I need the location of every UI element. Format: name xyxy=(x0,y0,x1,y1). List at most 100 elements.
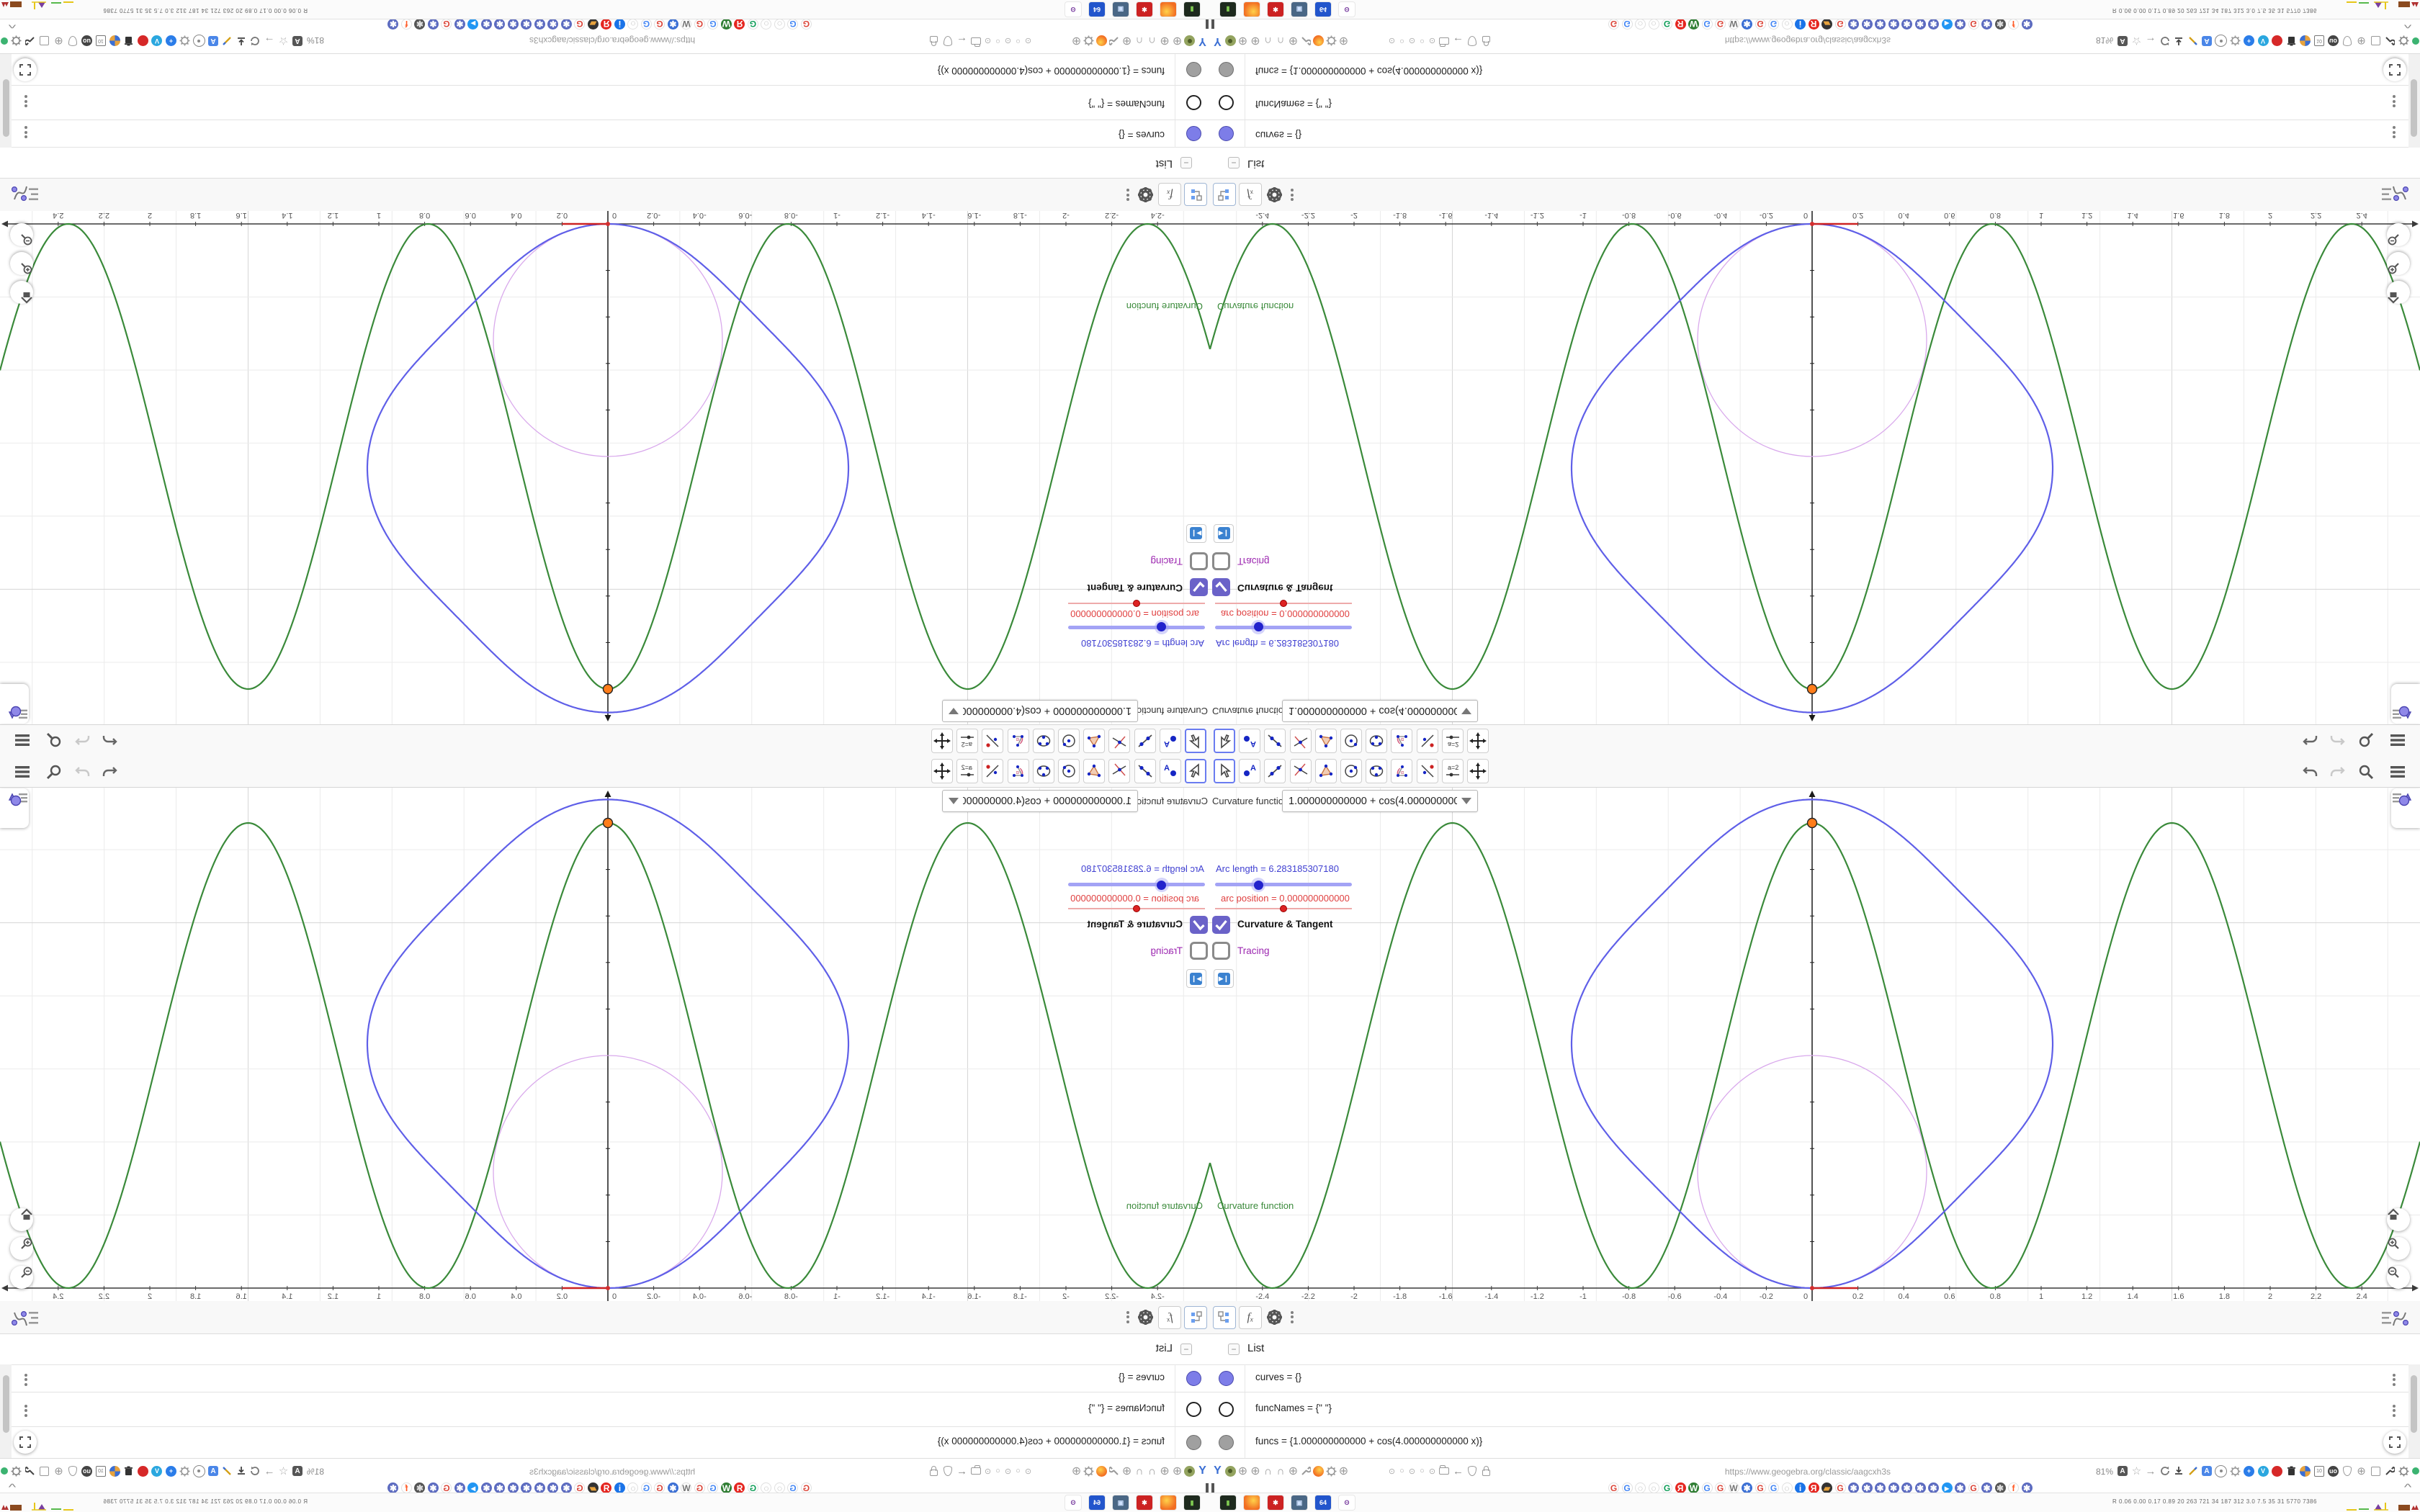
favicon-W-green[interactable]: W xyxy=(1688,19,1699,30)
visibility-dot[interactable] xyxy=(1186,1370,1201,1386)
arc-length-slider[interactable] xyxy=(1215,883,1352,886)
translate-blue-icon[interactable]: A xyxy=(2200,35,2213,48)
circle-center-point-tool[interactable] xyxy=(1058,729,1080,753)
visibility-dot[interactable] xyxy=(1219,95,1234,111)
radio-dot-icon[interactable]: ⊙ xyxy=(983,1464,992,1477)
radio-icon[interactable]: ○ xyxy=(1013,1464,1023,1477)
gear-outline-icon[interactable] xyxy=(10,1464,23,1477)
owl-app-icon[interactable]: ʘ xyxy=(1065,1495,1081,1510)
radio-dot-icon[interactable]: ⊙ xyxy=(1023,35,1033,48)
firefox-icon[interactable] xyxy=(1312,1464,1325,1477)
camera-circle-icon[interactable] xyxy=(1224,1464,1237,1477)
arc-length-slider[interactable] xyxy=(1068,883,1205,886)
circle-center-point-tool[interactable] xyxy=(1058,759,1080,783)
favicon-W-gray[interactable]: W xyxy=(1728,1482,1739,1493)
polygon-tool[interactable] xyxy=(1314,729,1337,753)
scrollbar[interactable] xyxy=(2408,1364,2420,1458)
radio-dot-icon[interactable]: ⊙ xyxy=(1407,35,1417,48)
favicon-G-blue[interactable]: G xyxy=(1701,19,1713,30)
gear-icon[interactable] xyxy=(179,35,192,48)
favicon-flower-indigo[interactable]: ✱ xyxy=(428,1482,439,1493)
favicon-lace-gray[interactable]: ◌ xyxy=(1635,19,1646,30)
wrench-icon[interactable] xyxy=(1300,1464,1312,1477)
puzzle-icon[interactable] xyxy=(2369,1464,2382,1477)
collapse-button[interactable]: − xyxy=(1228,1344,1240,1355)
url-text[interactable]: https://www.geogebra.org/classic/aagcxh3… xyxy=(1714,1467,1891,1477)
arc-length-slider[interactable] xyxy=(1068,626,1205,629)
firefox-icon[interactable] xyxy=(1312,35,1325,48)
monitor-app-icon[interactable]: ▣ xyxy=(1113,2,1129,17)
favicon-photo-orange[interactable]: ▰ xyxy=(1821,19,1832,30)
plus-blue-icon[interactable]: + xyxy=(165,1464,178,1477)
favicon-lace-gray[interactable]: ◌ xyxy=(761,1482,772,1493)
intersect-two-lines-tool[interactable] xyxy=(1289,759,1312,783)
shield-icon[interactable] xyxy=(66,1464,79,1477)
favicon-flower-indigo[interactable]: ✱ xyxy=(1861,19,1873,30)
firefox-app-icon[interactable] xyxy=(1244,1495,1260,1510)
algebra-style-button[interactable] xyxy=(8,180,38,204)
wrench-icon[interactable] xyxy=(1108,35,1121,48)
radio-icon[interactable]: ○ xyxy=(1397,1464,1407,1477)
home-button[interactable] xyxy=(2387,281,2410,304)
function-button[interactable]: fₓ xyxy=(1158,183,1181,206)
chevron-up-icon[interactable]: ^ xyxy=(9,1482,16,1493)
dosbox-app-icon[interactable]: 64 xyxy=(1315,2,1331,17)
favicon-lace-gray[interactable]: ◌ xyxy=(627,19,639,30)
puzzle-icon[interactable] xyxy=(2369,35,2382,48)
recorder-app-icon[interactable]: ▮ xyxy=(1184,1495,1200,1510)
move-cursor-tool[interactable] xyxy=(1214,759,1235,783)
zoom-out-button[interactable] xyxy=(2387,223,2410,246)
fullscreen-button[interactable] xyxy=(2383,58,2406,81)
lock-icon[interactable] xyxy=(928,35,941,48)
redo-icon[interactable] xyxy=(72,761,94,783)
globe-icon[interactable]: ⊕ xyxy=(1337,1464,1350,1477)
gear-outline-icon[interactable] xyxy=(2397,35,2410,48)
gauge-icon[interactable]: ∩ xyxy=(1262,35,1274,48)
menu-icon[interactable] xyxy=(2387,729,2408,751)
plus-blue-icon[interactable]: + xyxy=(2243,35,2256,48)
intersect-two-lines-tool[interactable] xyxy=(1108,759,1131,783)
radio-dot-icon[interactable]: ⊙ xyxy=(1428,35,1437,48)
point-with-label-tool[interactable]: A xyxy=(1239,729,1261,753)
globe-icon[interactable]: ⊕ xyxy=(1250,1464,1262,1477)
firefox-app-icon[interactable] xyxy=(1160,1495,1176,1510)
monitor-app-icon[interactable]: ▣ xyxy=(1291,1495,1307,1510)
star-icon[interactable]: ☆ xyxy=(2130,35,2143,48)
favicon-flower-indigo[interactable]: ✱ xyxy=(1901,1482,1912,1493)
visibility-dot[interactable] xyxy=(1186,95,1201,111)
point-with-label-tool[interactable]: A xyxy=(1159,759,1181,783)
redo-icon[interactable] xyxy=(72,729,94,751)
radio-dot-icon[interactable]: ⊙ xyxy=(1023,1464,1033,1477)
favicon-flower-indigo[interactable]: ✱ xyxy=(1875,19,1886,30)
zoom-out-button[interactable] xyxy=(10,223,33,246)
favicon-G-blue[interactable]: G xyxy=(1621,1482,1633,1493)
shield-icon[interactable] xyxy=(66,35,79,48)
favicon-f-orange[interactable]: f xyxy=(2008,19,2019,30)
pinwheel-icon[interactable] xyxy=(2299,1464,2312,1477)
watch-icon[interactable] xyxy=(193,1464,206,1477)
conic-through-points-tool[interactable] xyxy=(1032,759,1054,783)
radio-icon[interactable]: ○ xyxy=(1397,35,1407,48)
favicon-G-red[interactable]: G xyxy=(1754,1482,1766,1493)
gear-icon[interactable] xyxy=(1083,35,1095,48)
globe-icon[interactable]: ⊕ xyxy=(1287,35,1299,48)
move-view-tool[interactable] xyxy=(1467,729,1489,753)
favicon-W-green[interactable]: W xyxy=(721,19,732,30)
slider-tool[interactable]: a=2 xyxy=(956,729,979,753)
radio-icon[interactable]: ○ xyxy=(1013,35,1023,48)
curvature-tangent-checkbox[interactable] xyxy=(1212,916,1230,934)
radio-dot-icon[interactable]: ⊙ xyxy=(983,35,992,48)
curvature-tangent-checkbox[interactable] xyxy=(1190,916,1208,934)
translate-dark-icon[interactable]: A xyxy=(2116,35,2129,48)
gauge-icon[interactable]: ∩ xyxy=(1134,1464,1146,1477)
settings-gear-button[interactable] xyxy=(1136,181,1155,204)
line-and-point-tool[interactable] xyxy=(982,759,1004,783)
favicon-G-blue[interactable]: G xyxy=(787,1482,799,1493)
favicon-gear-dark[interactable]: ✱ xyxy=(414,19,426,30)
favicon-flower-indigo[interactable]: ✱ xyxy=(1901,19,1912,30)
favicon-flower-indigo[interactable]: ✱ xyxy=(494,19,506,30)
box-outline-icon[interactable]: 10 xyxy=(2313,35,2326,48)
favicon-flower-indigo[interactable]: ✱ xyxy=(1861,1482,1873,1493)
conic-through-points-tool[interactable] xyxy=(1366,729,1388,753)
gear-outline-icon[interactable] xyxy=(2397,1464,2410,1477)
